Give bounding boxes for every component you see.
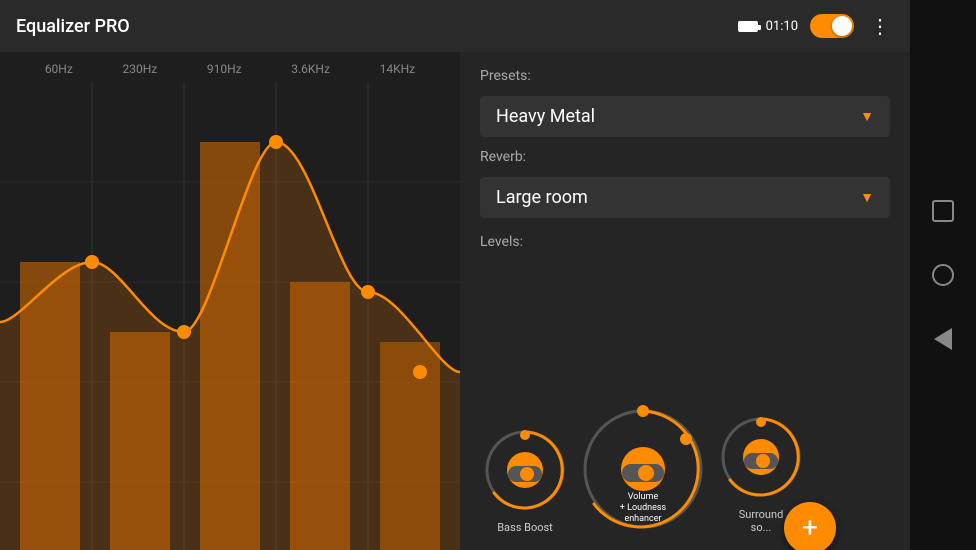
volume-loudness-knob-container: Volume + Loudness enhancer <box>578 404 708 534</box>
svg-text:enhancer: enhancer <box>624 514 661 524</box>
surround-knob-container: Surroundso... + <box>716 412 806 534</box>
preset-dropdown[interactable]: Heavy Metal ▼ <box>480 96 890 137</box>
battery-icon <box>738 21 758 32</box>
svg-text:+ Loudness: + Loudness <box>620 503 667 513</box>
reverb-value: Large room <box>496 187 588 208</box>
fab-icon: + <box>802 514 818 542</box>
freq-60hz: 60Hz <box>45 62 73 76</box>
clock: 01:10 <box>766 19 798 34</box>
freq-230hz: 230Hz <box>122 62 157 76</box>
reverb-dropdown[interactable]: Large room ▼ <box>480 177 890 218</box>
fab-add-button[interactable]: + <box>784 502 836 550</box>
freq-36khz: 3.6KHz <box>291 62 330 76</box>
top-bar: Equalizer PRO 01:10 ⋮ <box>0 0 910 52</box>
app-container: Equalizer PRO 01:10 ⋮ 60Hz 230Hz 910Hz 3… <box>0 0 910 550</box>
eq-canvas[interactable] <box>0 82 460 550</box>
settings-panel: Presets: Heavy Metal ▼ Reverb: Large roo… <box>460 52 910 550</box>
back-button[interactable] <box>927 323 959 355</box>
levels-label: Levels: <box>480 234 890 250</box>
menu-button[interactable]: ⋮ <box>866 10 894 42</box>
top-bar-right: 01:10 ⋮ <box>738 10 894 42</box>
status-area: 01:10 <box>738 19 798 34</box>
surround-label: Surroundso... <box>739 508 784 534</box>
eq-panel: 60Hz 230Hz 910Hz 3.6KHz 14KHz <box>0 52 460 550</box>
knobs-row: Bass Boost <box>480 266 890 534</box>
main-content: 60Hz 230Hz 910Hz 3.6KHz 14KHz <box>0 52 910 550</box>
power-toggle[interactable] <box>810 14 854 38</box>
bass-boost-knob-container: Bass Boost <box>480 425 570 534</box>
eq-svg <box>0 82 460 550</box>
back-icon <box>934 328 952 350</box>
reverb-label: Reverb: <box>480 149 890 165</box>
home-icon <box>932 264 954 286</box>
toggle-knob <box>832 16 852 36</box>
recent-apps-button[interactable] <box>927 195 959 227</box>
surround-knob[interactable] <box>716 412 806 502</box>
home-button[interactable] <box>927 259 959 291</box>
phone-nav-sidebar <box>910 0 976 550</box>
svg-text:Volume: Volume <box>628 492 659 502</box>
reverb-dropdown-arrow: ▼ <box>860 189 874 206</box>
freq-labels: 60Hz 230Hz 910Hz 3.6KHz 14KHz <box>0 52 460 76</box>
recent-apps-icon <box>932 200 954 222</box>
bass-boost-label: Bass Boost <box>497 521 553 534</box>
preset-value: Heavy Metal <box>496 106 595 127</box>
bass-boost-knob[interactable] <box>480 425 570 515</box>
freq-910hz: 910Hz <box>207 62 242 76</box>
volume-loudness-knob[interactable]: Volume + Loudness enhancer <box>578 404 708 534</box>
preset-dropdown-arrow: ▼ <box>860 108 874 125</box>
presets-label: Presets: <box>480 68 890 84</box>
freq-14khz: 14KHz <box>380 62 416 76</box>
app-title: Equalizer PRO <box>16 16 130 37</box>
